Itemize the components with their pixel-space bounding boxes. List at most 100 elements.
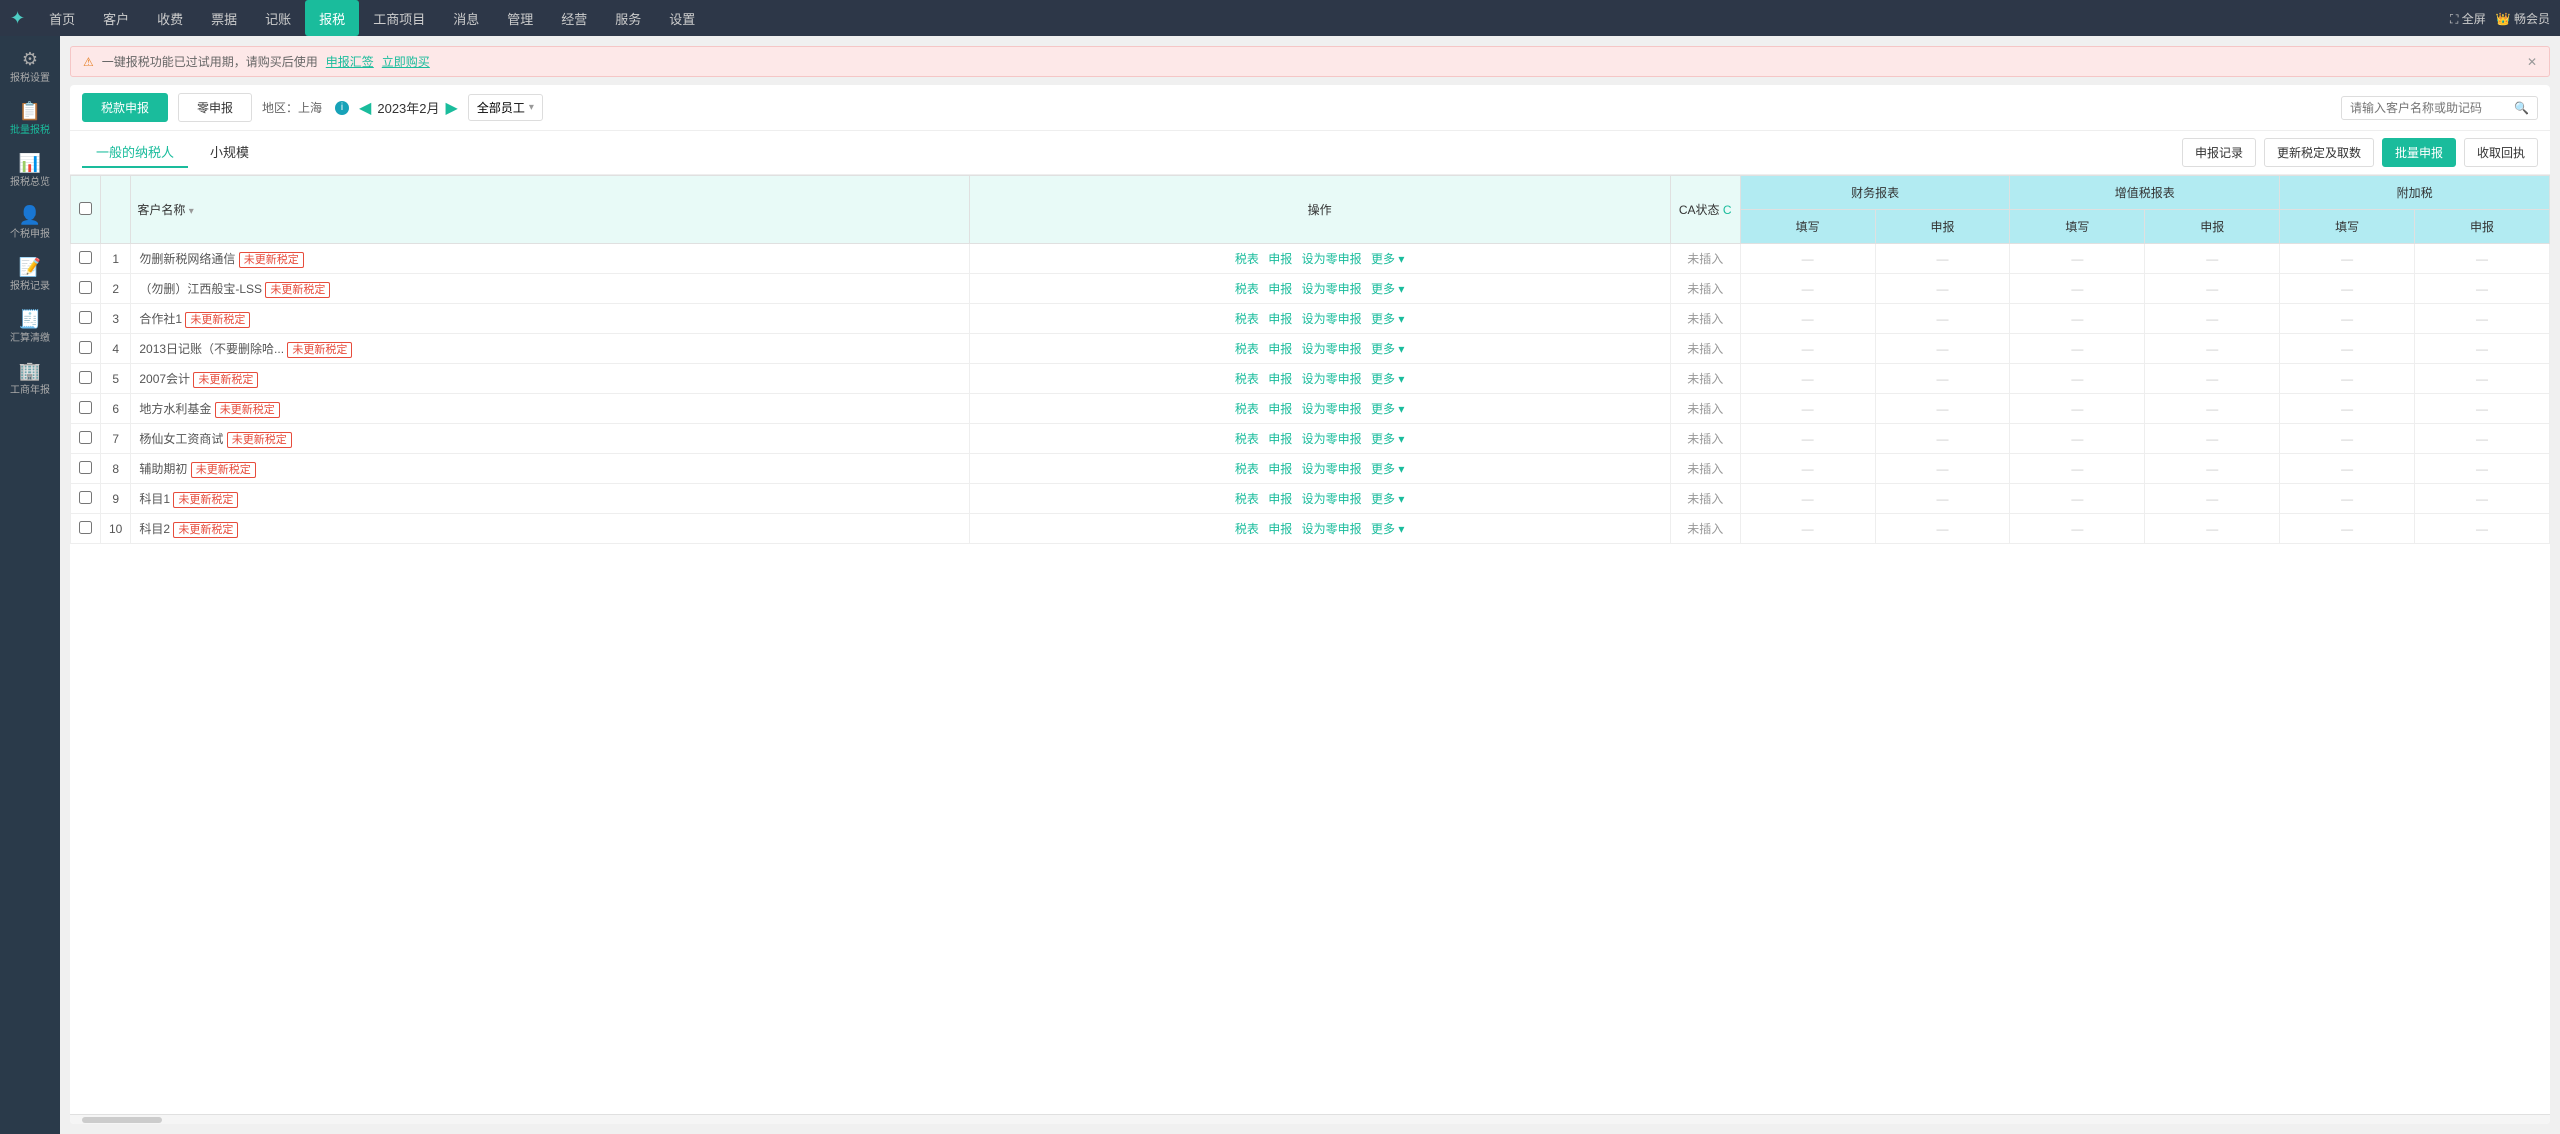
op-tax-table[interactable]: 税表 <box>1235 342 1259 356</box>
op-zero-declare[interactable]: 设为零申报 <box>1302 312 1362 326</box>
op-tax-table[interactable]: 税表 <box>1235 522 1259 536</box>
nav-client[interactable]: 客户 <box>89 0 143 36</box>
row-col-0: — <box>1740 454 1875 484</box>
nav-management[interactable]: 管理 <box>493 0 547 36</box>
row-checkbox[interactable] <box>79 311 92 324</box>
op-more[interactable]: 更多 ▾ <box>1371 282 1404 296</box>
nav-invoice[interactable]: 票据 <box>197 0 251 36</box>
row-checkbox[interactable] <box>79 491 92 504</box>
row-col-4: — <box>2280 364 2415 394</box>
col-vat-fill-header: 填写 <box>2010 210 2145 244</box>
row-checkbox[interactable] <box>79 461 92 474</box>
btn-declaration-records[interactable]: 申报记录 <box>2182 138 2256 167</box>
op-more[interactable]: 更多 ▾ <box>1371 372 1404 386</box>
op-declare[interactable]: 申报 <box>1268 492 1292 506</box>
op-tax-table[interactable]: 税表 <box>1235 462 1259 476</box>
nav-operation[interactable]: 经营 <box>547 0 601 36</box>
row-checkbox[interactable] <box>79 521 92 534</box>
op-declare[interactable]: 申报 <box>1268 372 1292 386</box>
fullscreen-btn[interactable]: ⛶ 全屏 <box>2450 10 2486 27</box>
select-all-checkbox[interactable] <box>79 202 92 215</box>
member-btn[interactable]: 👑 畅会员 <box>2496 10 2550 27</box>
search-input[interactable] <box>2350 101 2510 115</box>
op-more[interactable]: 更多 ▾ <box>1371 312 1404 326</box>
row-checkbox[interactable] <box>79 341 92 354</box>
sidebar-item-personal-tax[interactable]: 👤 个税申报 <box>0 197 60 249</box>
scrollbar-thumb[interactable] <box>82 1117 162 1123</box>
nav-settings[interactable]: 设置 <box>655 0 709 36</box>
tab-tax-declaration[interactable]: 税款申报 <box>82 93 168 122</box>
nav-bookkeeping[interactable]: 记账 <box>251 0 305 36</box>
tab-small-scale[interactable]: 小规模 <box>196 137 263 168</box>
op-declare[interactable]: 申报 <box>1268 252 1292 266</box>
table-row: 9 科目1 未更新税定 税表 申报 设为零申报 更多 ▾ 未插入 —————— <box>71 484 2550 514</box>
op-zero-declare[interactable]: 设为零申报 <box>1302 402 1362 416</box>
op-more[interactable]: 更多 ▾ <box>1371 252 1404 266</box>
op-tax-table[interactable]: 税表 <box>1235 402 1259 416</box>
op-declare[interactable]: 申报 <box>1268 402 1292 416</box>
btn-batch-declaration[interactable]: 批量申报 <box>2382 138 2456 167</box>
op-more[interactable]: 更多 ▾ <box>1371 492 1404 506</box>
op-more[interactable]: 更多 ▾ <box>1371 402 1404 416</box>
op-tax-table[interactable]: 税表 <box>1235 282 1259 296</box>
search-icon[interactable]: 🔍 <box>2514 101 2529 115</box>
op-zero-declare[interactable]: 设为零申报 <box>1302 462 1362 476</box>
name-sort-icon[interactable]: ▾ <box>189 206 194 217</box>
op-tax-table[interactable]: 税表 <box>1235 492 1259 506</box>
row-col-4: — <box>2280 304 2415 334</box>
op-tax-table[interactable]: 税表 <box>1235 252 1259 266</box>
row-checkbox[interactable] <box>79 371 92 384</box>
tab-general-taxpayer[interactable]: 一般的纳税人 <box>82 137 188 168</box>
op-zero-declare[interactable]: 设为零申报 <box>1302 492 1362 506</box>
nav-business[interactable]: 工商项目 <box>359 0 439 36</box>
row-col-5: — <box>2415 394 2550 424</box>
nav-service[interactable]: 服务 <box>601 0 655 36</box>
op-tax-table[interactable]: 税表 <box>1235 372 1259 386</box>
op-declare[interactable]: 申报 <box>1268 432 1292 446</box>
notice-link-buy[interactable]: 立即购买 <box>382 53 430 70</box>
op-tax-table[interactable]: 税表 <box>1235 312 1259 326</box>
op-zero-declare[interactable]: 设为零申报 <box>1302 252 1362 266</box>
nav-billing[interactable]: 收费 <box>143 0 197 36</box>
row-checkbox[interactable] <box>79 281 92 294</box>
tab-zero-declaration[interactable]: 零申报 <box>178 93 252 122</box>
row-col-4: — <box>2280 394 2415 424</box>
horizontal-scrollbar[interactable] <box>70 1114 2550 1124</box>
nav-tax[interactable]: 报税 <box>305 0 359 36</box>
op-declare[interactable]: 申报 <box>1268 462 1292 476</box>
op-more[interactable]: 更多 ▾ <box>1371 432 1404 446</box>
op-zero-declare[interactable]: 设为零申报 <box>1302 282 1362 296</box>
btn-update-tax[interactable]: 更新税定及取数 <box>2264 138 2374 167</box>
op-declare[interactable]: 申报 <box>1268 522 1292 536</box>
btn-receive-receipt[interactable]: 收取回执 <box>2464 138 2538 167</box>
staff-select[interactable]: 全部员工 ▾ <box>468 94 543 121</box>
op-tax-table[interactable]: 税表 <box>1235 432 1259 446</box>
op-zero-declare[interactable]: 设为零申报 <box>1302 432 1362 446</box>
sidebar-item-annual-report[interactable]: 🏢 工商年报 <box>0 353 60 405</box>
row-col-0: — <box>1740 244 1875 274</box>
op-more[interactable]: 更多 ▾ <box>1371 522 1404 536</box>
op-declare[interactable]: 申报 <box>1268 312 1292 326</box>
date-prev-btn[interactable]: ◀ <box>359 98 371 118</box>
nav-message[interactable]: 消息 <box>439 0 493 36</box>
op-more[interactable]: 更多 ▾ <box>1371 342 1404 356</box>
sidebar-item-annual-settlement[interactable]: 🧾 汇算清缴 <box>0 301 60 353</box>
notice-link-declaration[interactable]: 申报汇签 <box>326 53 374 70</box>
op-zero-declare[interactable]: 设为零申报 <box>1302 372 1362 386</box>
op-more[interactable]: 更多 ▾ <box>1371 462 1404 476</box>
date-next-btn[interactable]: ▶ <box>446 98 458 118</box>
sidebar-item-tax-settings[interactable]: ⚙ 报税设置 <box>0 41 60 93</box>
op-zero-declare[interactable]: 设为零申报 <box>1302 342 1362 356</box>
sidebar-item-batch-tax[interactable]: 📋 批量报税 <box>0 93 60 145</box>
row-checkbox[interactable] <box>79 401 92 414</box>
nav-home[interactable]: 首页 <box>35 0 89 36</box>
op-declare[interactable]: 申报 <box>1268 282 1292 296</box>
row-checkbox[interactable] <box>79 431 92 444</box>
notice-close-btn[interactable]: ✕ <box>2527 55 2537 69</box>
row-ca-status: 未插入 <box>1670 484 1740 514</box>
op-zero-declare[interactable]: 设为零申报 <box>1302 522 1362 536</box>
sidebar-item-tax-records[interactable]: 📝 报税记录 <box>0 249 60 301</box>
op-declare[interactable]: 申报 <box>1268 342 1292 356</box>
sidebar-item-tax-overview[interactable]: 📊 报税总览 <box>0 145 60 197</box>
row-checkbox[interactable] <box>79 251 92 264</box>
